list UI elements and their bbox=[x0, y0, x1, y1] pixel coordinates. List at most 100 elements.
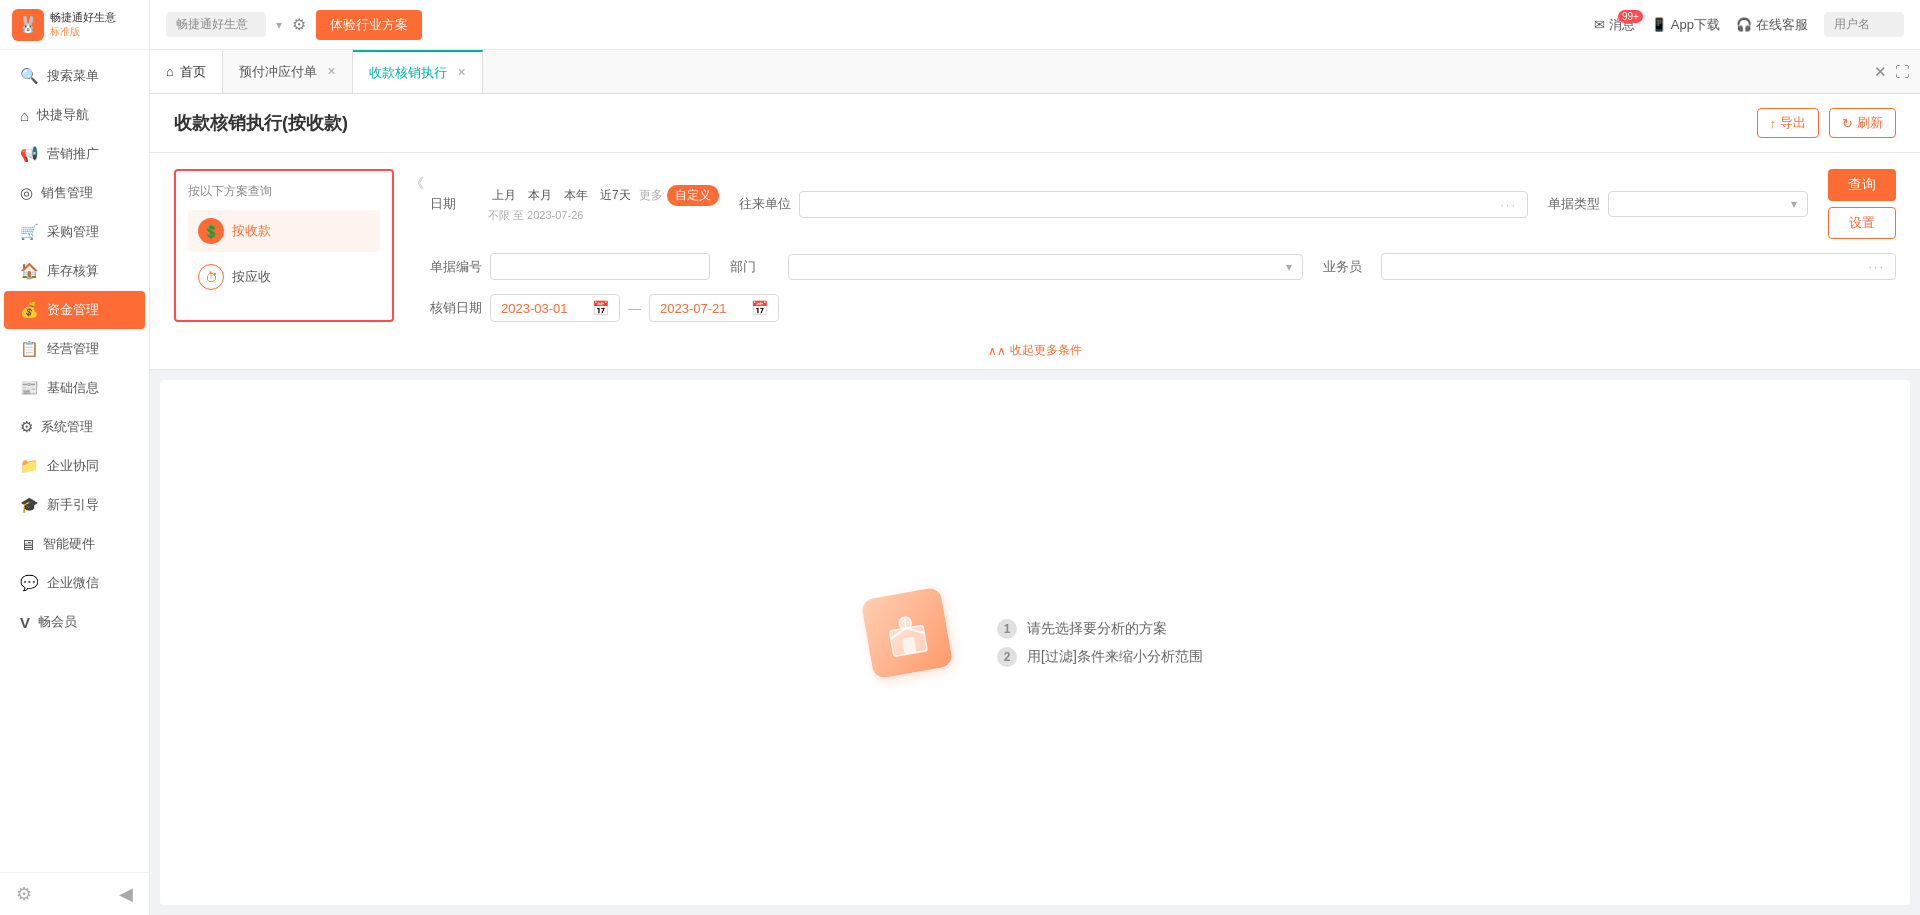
brand-selector[interactable]: 畅捷通好生意 bbox=[166, 12, 266, 37]
chevron-up-icon: ∧∧ bbox=[988, 344, 1006, 358]
sidebar-item-search[interactable]: 🔍 搜索菜单 bbox=[4, 57, 145, 95]
member-icon: V bbox=[20, 614, 30, 631]
date-tab-7days[interactable]: 近7天 bbox=[596, 185, 635, 206]
doc-no-input[interactable] bbox=[490, 253, 710, 280]
inventory-icon: 🏠 bbox=[20, 262, 39, 280]
empty-box-icon bbox=[861, 586, 954, 679]
close-collection-tab-icon[interactable]: ✕ bbox=[457, 66, 466, 79]
doc-type-select[interactable]: ▾ bbox=[1608, 191, 1808, 217]
doc-type-field: 单据类型 ▾ bbox=[1548, 191, 1808, 217]
doc-type-label: 单据类型 bbox=[1548, 195, 1600, 213]
settings-icon[interactable]: ⚙ bbox=[16, 883, 32, 905]
verify-date-start-input[interactable]: 2023-03-01 📅 bbox=[490, 294, 620, 322]
online-service-button[interactable]: 🎧 在线客服 bbox=[1736, 16, 1808, 34]
sidebar-item-system[interactable]: ⚙ 系统管理 bbox=[4, 408, 145, 446]
calendar-end-icon[interactable]: 📅 bbox=[751, 300, 768, 316]
staff-label: 业务员 bbox=[1323, 258, 1373, 276]
empty-text: 1 请先选择要分析的方案 2 用[过滤]条件来缩小分析范围 bbox=[997, 619, 1203, 667]
main-area: 畅捷通好生意 ▾ ⚙ 体验行业方案 ✉ 消息 99+ 📱 App下载 🎧 在线客… bbox=[150, 0, 1920, 915]
verify-date-end-input[interactable]: 2023-07-21 📅 bbox=[649, 294, 779, 322]
filter-fields: 日期 上月 本月 本年 近7天 更多 自定义 不限 至 2023-07-26 bbox=[430, 169, 1896, 322]
receivable-option-label: 按应收 bbox=[232, 268, 271, 286]
expand-tab-button[interactable]: ⛶ bbox=[1895, 63, 1910, 80]
sidebar: 🐰 畅捷通好生意 标准版 🔍 搜索菜单 ⌂ 快捷导航 📢 营销推广 ◎ 销售管理… bbox=[0, 0, 150, 915]
receivable-option-icon: ⏱ bbox=[198, 264, 224, 290]
date-tab-custom[interactable]: 自定义 bbox=[667, 185, 719, 206]
staff-dots-icon: ··· bbox=[1868, 259, 1885, 274]
tabbar-actions: ✕ ⛶ bbox=[1864, 50, 1920, 93]
collapse-more-button[interactable]: ∧∧ 收起更多条件 bbox=[988, 342, 1082, 359]
export-button[interactable]: ↑ 导出 bbox=[1757, 108, 1820, 138]
filter-by-receipt-option[interactable]: 💲 按收款 bbox=[188, 210, 380, 252]
message-icon: ✉ bbox=[1594, 17, 1605, 32]
purchase-icon: 🛒 bbox=[20, 223, 39, 241]
date-tab-this-year[interactable]: 本年 bbox=[560, 185, 592, 206]
receipt-option-label: 按收款 bbox=[232, 222, 271, 240]
counterpart-dots-icon: ··· bbox=[1500, 197, 1517, 212]
refresh-button[interactable]: ↻ 刷新 bbox=[1829, 108, 1896, 138]
filter-by-receivable-option[interactable]: ⏱ 按应收 bbox=[188, 256, 380, 298]
topbar-gear-icon[interactable]: ⚙ bbox=[292, 15, 306, 34]
doc-no-field: 单据编号 bbox=[430, 253, 710, 280]
verify-date-label: 核销日期 bbox=[430, 299, 482, 317]
guide-icon: 🎓 bbox=[20, 496, 39, 514]
tab-collection[interactable]: 收款核销执行 ✕ bbox=[353, 50, 483, 93]
close-prepay-tab-icon[interactable]: ✕ bbox=[327, 65, 336, 78]
sidebar-item-inventory[interactable]: 🏠 库存核算 bbox=[4, 252, 145, 290]
sidebar-item-fund[interactable]: 💰 资金管理 bbox=[4, 291, 145, 329]
sidebar-nav: 🔍 搜索菜单 ⌂ 快捷导航 📢 营销推广 ◎ 销售管理 🛒 采购管理 🏠 库存核… bbox=[0, 50, 149, 872]
date-tab-more[interactable]: 更多 bbox=[639, 187, 663, 204]
date-range-separator: — bbox=[628, 301, 641, 316]
date-tab-this-month[interactable]: 本月 bbox=[524, 185, 556, 206]
tab-home[interactable]: ⌂ 首页 bbox=[150, 50, 223, 93]
collapse-sidebar-icon[interactable]: ◀ bbox=[119, 883, 133, 905]
query-button[interactable]: 查询 bbox=[1828, 169, 1896, 201]
date-field: 日期 上月 本月 本年 近7天 更多 自定义 不限 至 2023-07-26 bbox=[430, 185, 719, 223]
system-icon: ⚙ bbox=[20, 418, 33, 436]
sidebar-item-purchase[interactable]: 🛒 采购管理 bbox=[4, 213, 145, 251]
content-area: 收款核销执行(按收款) ↑ 导出 ↻ 刷新 按以下方案查询 💲 按收款 bbox=[150, 94, 1920, 915]
user-profile[interactable]: 用户名 bbox=[1824, 12, 1904, 37]
headset-icon: 🎧 bbox=[1736, 17, 1752, 32]
tab-prepay[interactable]: 预付冲应付单 ✕ bbox=[223, 50, 353, 93]
staff-field: 业务员 ··· bbox=[1323, 253, 1896, 280]
date-tabs: 上月 本月 本年 近7天 更多 自定义 bbox=[488, 185, 719, 206]
counterpart-input[interactable]: ··· bbox=[799, 191, 1528, 218]
sidebar-item-marketing[interactable]: 📢 营销推广 bbox=[4, 135, 145, 173]
sidebar-item-wechat[interactable]: 💬 企业微信 bbox=[4, 564, 145, 602]
refresh-icon: ↻ bbox=[1842, 116, 1853, 131]
marketing-icon: 📢 bbox=[20, 145, 39, 163]
sidebar-item-hardware[interactable]: 🖥 智能硬件 bbox=[4, 525, 145, 563]
sidebar-item-guide[interactable]: 🎓 新手引导 bbox=[4, 486, 145, 524]
sidebar-item-operations[interactable]: 📋 经营管理 bbox=[4, 330, 145, 368]
messages-button[interactable]: ✉ 消息 99+ bbox=[1594, 16, 1635, 34]
verify-date-field: 核销日期 2023-03-01 📅 — 2023-07-21 📅 bbox=[430, 294, 779, 322]
filter-row-2: 单据编号 部门 ▾ 业务员 ··· bbox=[430, 253, 1896, 280]
sidebar-item-enterprise[interactable]: 📁 企业协同 bbox=[4, 447, 145, 485]
department-select[interactable]: ▾ bbox=[788, 254, 1303, 280]
close-tab-button[interactable]: ✕ bbox=[1874, 63, 1887, 81]
sidebar-item-sales[interactable]: ◎ 销售管理 bbox=[4, 174, 145, 212]
sidebar-item-basic-info[interactable]: 📰 基础信息 bbox=[4, 369, 145, 407]
staff-input[interactable]: ··· bbox=[1381, 253, 1896, 280]
empty-step-2: 2 用[过滤]条件来缩小分析范围 bbox=[997, 647, 1203, 667]
filter-collapse-button[interactable]: 《 bbox=[410, 169, 430, 322]
hardware-icon: 🖥 bbox=[20, 536, 35, 553]
settings-button[interactable]: 设置 bbox=[1828, 207, 1896, 239]
wechat-icon: 💬 bbox=[20, 574, 39, 592]
sidebar-item-quick-nav[interactable]: ⌂ 快捷导航 bbox=[4, 96, 145, 134]
app-download-button[interactable]: 📱 App下载 bbox=[1651, 16, 1720, 34]
solution-button[interactable]: 体验行业方案 bbox=[316, 10, 422, 40]
counterpart-field: 往来单位 ··· bbox=[739, 191, 1528, 218]
empty-illustration bbox=[867, 593, 967, 693]
page-header: 收款核销执行(按收款) ↑ 导出 ↻ 刷新 bbox=[150, 94, 1920, 153]
sidebar-item-member[interactable]: V 畅会员 bbox=[4, 603, 145, 641]
logo-text: 畅捷通好生意 标准版 bbox=[50, 10, 116, 38]
filter-scheme-selector: 按以下方案查询 💲 按收款 ⏱ 按应收 bbox=[174, 169, 394, 322]
department-label: 部门 bbox=[730, 258, 780, 276]
calendar-start-icon[interactable]: 📅 bbox=[592, 300, 609, 316]
doc-no-label: 单据编号 bbox=[430, 258, 482, 276]
date-tab-last-month[interactable]: 上月 bbox=[488, 185, 520, 206]
verify-date-range: 2023-03-01 📅 — 2023-07-21 📅 bbox=[490, 294, 779, 322]
home-icon: ⌂ bbox=[20, 107, 29, 124]
